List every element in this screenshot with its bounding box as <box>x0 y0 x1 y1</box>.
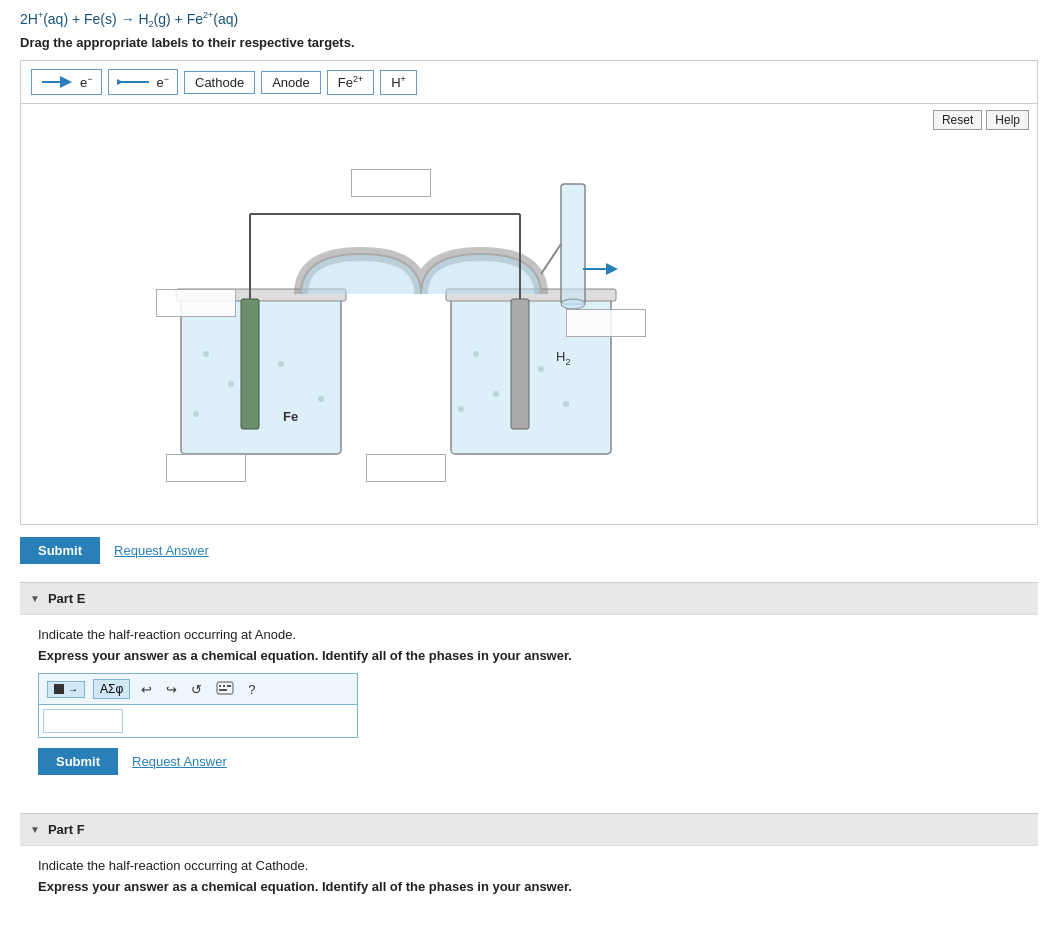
drop-box-top-center[interactable] <box>351 169 431 197</box>
part-f-instruction: Express your answer as a chemical equati… <box>38 879 1020 894</box>
part-e-section: ▼ Part E Indicate the half-reaction occu… <box>20 582 1038 809</box>
keyboard-icon <box>216 681 234 695</box>
drag-label-hplus[interactable]: H+ <box>380 70 417 94</box>
color-block-button[interactable]: → <box>47 681 85 698</box>
refresh-button[interactable]: ↺ <box>188 682 205 697</box>
arrow-left-icon <box>117 73 155 91</box>
svg-point-25 <box>458 406 464 412</box>
svg-point-20 <box>193 411 199 417</box>
part-e-header[interactable]: ▼ Part E <box>20 582 1038 614</box>
anode-text: Anode <box>272 75 310 90</box>
part-e-answer-wrap <box>38 705 358 738</box>
reset-button[interactable]: Reset <box>933 110 982 130</box>
part-f-collapse-arrow: ▼ <box>30 824 40 835</box>
h2-label: H2 <box>556 349 570 367</box>
svg-rect-31 <box>229 685 231 687</box>
drag-label-cathode[interactable]: Cathode <box>184 71 255 94</box>
part-e-description: Indicate the half-reaction occurring at … <box>38 627 1020 642</box>
color-swatch <box>54 684 64 694</box>
action-row-part-e: Submit Request Answer <box>38 748 1020 775</box>
arrow-right-icon <box>40 73 78 91</box>
part-e-content: Indicate the half-reaction occurring at … <box>20 614 1038 809</box>
fe-label: Fe <box>283 409 298 424</box>
svg-point-16 <box>203 351 209 357</box>
svg-rect-12 <box>561 184 585 304</box>
drop-box-bottom-left[interactable] <box>166 454 246 482</box>
part-e-instruction: Express your answer as a chemical equati… <box>38 648 1020 663</box>
svg-point-19 <box>318 396 324 402</box>
part-f-content: Indicate the half-reaction occurring at … <box>20 845 1038 920</box>
part-f-label: Part F <box>48 822 85 837</box>
request-answer-top[interactable]: Request Answer <box>114 543 209 558</box>
svg-point-22 <box>493 391 499 397</box>
request-answer-part-e[interactable]: Request Answer <box>132 754 227 769</box>
label-bank: e− e− Cathode Anod <box>21 61 1037 104</box>
svg-point-23 <box>538 366 544 372</box>
drag-label-fe2plus[interactable]: Fe2+ <box>327 70 374 94</box>
help-icon-button[interactable]: ? <box>245 682 258 697</box>
drag-label-arrow-right[interactable]: e− <box>31 69 102 95</box>
drag-label-arrow-left[interactable]: e− <box>108 69 179 95</box>
svg-rect-2 <box>181 294 341 454</box>
arrow-left-label: e− <box>157 74 170 90</box>
fe2plus-text: Fe2+ <box>338 74 363 90</box>
cathode-text: Cathode <box>195 75 244 90</box>
svg-point-21 <box>473 351 479 357</box>
part-e-collapse-arrow: ▼ <box>30 593 40 604</box>
drag-label-anode[interactable]: Anode <box>261 71 321 94</box>
part-e-answer-input[interactable] <box>43 709 123 733</box>
svg-point-24 <box>563 401 569 407</box>
part-f-description: Indicate the half-reaction occurring at … <box>38 858 1020 873</box>
help-button[interactable]: Help <box>986 110 1029 130</box>
action-row-top: Submit Request Answer <box>20 537 1038 564</box>
part-f-header[interactable]: ▼ Part F <box>20 813 1038 845</box>
svg-line-14 <box>541 244 561 274</box>
chemical-equation: 2H+(aq) + Fe(s) → H2(g) + Fe2+(aq) <box>20 10 1038 29</box>
greek-button[interactable]: ΑΣφ <box>93 679 130 699</box>
drop-box-left[interactable] <box>156 289 236 317</box>
part-e-label: Part E <box>48 591 86 606</box>
arrow-right-label: e− <box>80 74 93 90</box>
submit-button-top[interactable]: Submit <box>20 537 100 564</box>
undo-button[interactable]: ↩ <box>138 682 155 697</box>
subscript-icon: → <box>68 684 78 695</box>
svg-point-13 <box>561 299 585 309</box>
svg-rect-26 <box>217 682 233 694</box>
part-f-section: ▼ Part F Indicate the half-reaction occu… <box>20 813 1038 920</box>
hplus-text: H+ <box>391 74 406 90</box>
drop-box-right-top[interactable] <box>566 309 646 337</box>
svg-rect-28 <box>223 685 225 687</box>
top-buttons: Reset Help <box>933 110 1029 130</box>
svg-rect-27 <box>219 685 221 687</box>
svg-rect-7 <box>511 299 529 429</box>
svg-rect-30 <box>219 689 227 691</box>
keyboard-button[interactable] <box>213 681 237 698</box>
svg-point-17 <box>228 381 234 387</box>
drop-box-bottom-right[interactable] <box>366 454 446 482</box>
svg-rect-29 <box>227 685 229 687</box>
diagram-area: Reset Help <box>21 104 1037 524</box>
drag-area-container: e− e− Cathode Anod <box>20 60 1038 525</box>
svg-point-18 <box>278 361 284 367</box>
drag-instruction: Drag the appropriate labels to their res… <box>20 35 1038 50</box>
part-e-toolbar: → ΑΣφ ↩ ↪ ↺ <box>38 673 358 705</box>
svg-rect-6 <box>241 299 259 429</box>
redo-button[interactable]: ↪ <box>163 682 180 697</box>
submit-button-part-e[interactable]: Submit <box>38 748 118 775</box>
